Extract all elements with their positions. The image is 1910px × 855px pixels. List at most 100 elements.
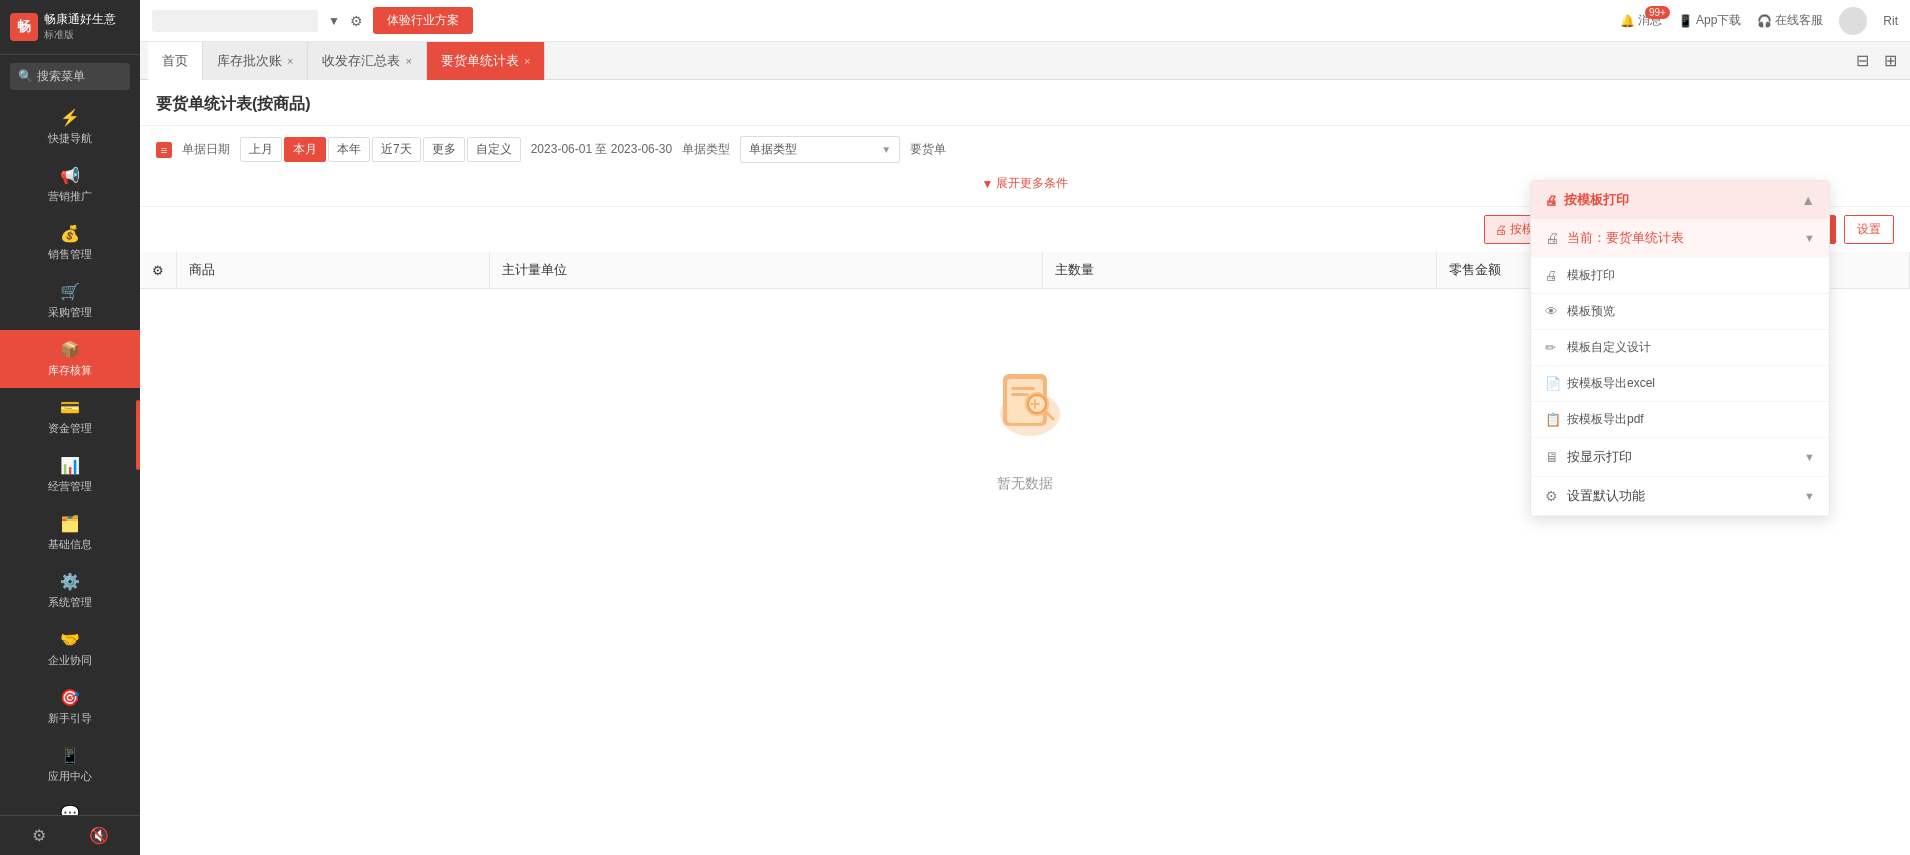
marketing-icon: 📢 bbox=[60, 166, 80, 185]
sidebar-item-finance[interactable]: 💳 资金管理 bbox=[0, 388, 140, 446]
notification-button[interactable]: 🔔 消息 99+ bbox=[1620, 12, 1662, 29]
sidebar-item-operation[interactable]: 📊 经营管理 bbox=[0, 446, 140, 504]
print-dropdown-current-item[interactable]: 🖨 当前：要货单统计表 ▼ bbox=[1531, 219, 1829, 258]
template-preview-icon: 👁 bbox=[1545, 304, 1558, 319]
tab-maximize-button[interactable]: ⊞ bbox=[1878, 49, 1902, 73]
date-btn-this-year[interactable]: 本年 bbox=[328, 137, 370, 162]
template-design-icon: ✏ bbox=[1545, 340, 1556, 355]
sidebar-item-apps[interactable]: 📱 应用中心 bbox=[0, 736, 140, 794]
col-quantity: 主数量 bbox=[1043, 252, 1436, 289]
date-btn-this-month[interactable]: 本月 bbox=[284, 137, 326, 162]
doc-type-select[interactable]: 单据类型 ▼ bbox=[740, 136, 900, 163]
logo-text: 畅康通好生意 标准版 bbox=[44, 12, 116, 42]
finance-icon: 💳 bbox=[60, 398, 80, 417]
topbar-right: 🔔 消息 99+ 📱 App下载 🎧 在线客服 Rit bbox=[1620, 7, 1898, 35]
tab-order-stats[interactable]: 要货单统计表 × bbox=[427, 42, 545, 80]
sidebar-item-purchase[interactable]: 🛒 采购管理 bbox=[0, 272, 140, 330]
logo-icon: 畅 bbox=[10, 13, 38, 41]
quick-nav-icon: ⚡ bbox=[60, 108, 80, 127]
sidebar-logo: 畅 畅康通好生意 标准版 bbox=[0, 0, 140, 55]
sidebar-item-system[interactable]: ⚙️ 系统管理 bbox=[0, 562, 140, 620]
tabbar: 首页 库存批次账 × 收发存汇总表 × 要货单统计表 × ⊟ ⊞ bbox=[140, 42, 1910, 80]
print-dropdown-menu: 🖨 按模板打印 ▲ 🖨 当前：要货单统计表 ▼ 🖨 模板打印 👁 模板预览 bbox=[1530, 180, 1830, 517]
tab-collection-close[interactable]: × bbox=[405, 55, 411, 67]
expand-chevron-icon: ▼ bbox=[982, 177, 994, 191]
print-dropdown-item-template-design[interactable]: ✏ 模板自定义设计 bbox=[1531, 330, 1829, 366]
date-btn-more[interactable]: 更多 bbox=[423, 137, 465, 162]
settings-button[interactable]: 设置 bbox=[1844, 215, 1894, 244]
gear-col-icon[interactable]: ⚙ bbox=[152, 263, 164, 278]
date-btn-7days[interactable]: 近7天 bbox=[372, 137, 421, 162]
sales-icon: 💰 bbox=[60, 224, 80, 243]
tab-minimize-button[interactable]: ⊟ bbox=[1850, 49, 1874, 73]
date-options-group: 上月 本月 本年 近7天 更多 自定义 bbox=[240, 137, 521, 162]
sidebar-item-inventory[interactable]: 📦 库存核算 bbox=[0, 330, 140, 388]
bell-icon: 🔔 bbox=[1620, 14, 1635, 28]
tab-collection[interactable]: 收发存汇总表 × bbox=[308, 42, 426, 80]
print-dropdown-item-template-print[interactable]: 🖨 模板打印 bbox=[1531, 258, 1829, 294]
date-btn-custom[interactable]: 自定义 bbox=[467, 137, 521, 162]
topbar-search-input[interactable] bbox=[152, 10, 318, 32]
notification-badge: 99+ bbox=[1645, 6, 1670, 19]
settings-bottom-icon[interactable]: ⚙ bbox=[32, 826, 46, 845]
online-service-button[interactable]: 🎧 在线客服 bbox=[1757, 12, 1823, 29]
col-gear: ⚙ bbox=[140, 252, 177, 289]
print-dropdown-item-template-preview[interactable]: 👁 模板预览 bbox=[1531, 294, 1829, 330]
sidebar-item-basic[interactable]: 🗂️ 基础信息 bbox=[0, 504, 140, 562]
operation-icon: 📊 bbox=[60, 456, 80, 475]
inventory-icon: 📦 bbox=[60, 340, 80, 359]
sidebar-item-marketing[interactable]: 📢 营销推广 bbox=[0, 156, 140, 214]
doc-type-arrow-icon: ▼ bbox=[881, 144, 891, 155]
tab-batch-close[interactable]: × bbox=[287, 55, 293, 67]
sidebar-item-wechat[interactable]: 💬 企业微信 bbox=[0, 794, 140, 815]
headset-icon: 🎧 bbox=[1757, 14, 1772, 28]
print-dropdown-item-display-print[interactable]: 🖥 按显示打印 ▼ bbox=[1531, 438, 1829, 477]
empty-text: 暂无数据 bbox=[997, 475, 1053, 493]
template-print-icon: 🖨 bbox=[1545, 268, 1558, 283]
sidebar-item-quick[interactable]: ⚡ 快捷导航 bbox=[0, 98, 140, 156]
page-title: 要货单统计表(按商品) bbox=[156, 94, 1894, 115]
default-func-icon: ⚙ bbox=[1545, 488, 1558, 504]
doc-type-label: 单据类型 bbox=[682, 141, 730, 158]
filter-row-1: ≡ 单据日期 上月 本月 本年 近7天 更多 自定义 2023-06-01 至 … bbox=[156, 136, 1894, 163]
page-header: 要货单统计表(按商品) bbox=[140, 80, 1910, 126]
current-item-arrow: ▼ bbox=[1804, 232, 1815, 244]
main-area: ▼ ⚙ 体验行业方案 🔔 消息 99+ 📱 App下载 🎧 在线客服 Rit 首… bbox=[140, 0, 1910, 855]
username-label[interactable]: Rit bbox=[1883, 14, 1898, 28]
page-content: 要货单统计表(按商品) ≡ 单据日期 上月 本月 本年 近7天 更多 自定义 2… bbox=[140, 80, 1910, 855]
col-unit: 主计量单位 bbox=[490, 252, 1043, 289]
print-dropdown-printer-icon: 🖨 bbox=[1545, 193, 1558, 208]
purchase-icon: 🛒 bbox=[60, 282, 80, 301]
display-print-arrow: ▼ bbox=[1804, 451, 1815, 463]
user-avatar[interactable] bbox=[1839, 7, 1867, 35]
apps-icon: 📱 bbox=[60, 746, 80, 765]
tab-home[interactable]: 首页 bbox=[148, 42, 203, 80]
trial-button[interactable]: 体验行业方案 bbox=[373, 7, 473, 34]
tab-order-stats-close[interactable]: × bbox=[524, 55, 530, 67]
sidebar-item-sales[interactable]: 💰 销售管理 bbox=[0, 214, 140, 272]
filter-expand-icon[interactable]: ≡ bbox=[156, 142, 172, 158]
app-download-button[interactable]: 📱 App下载 bbox=[1678, 12, 1741, 29]
print-dropdown-item-default-func[interactable]: ⚙ 设置默认功能 ▼ bbox=[1531, 477, 1829, 516]
app-icon: 📱 bbox=[1678, 14, 1693, 28]
date-btn-last-month[interactable]: 上月 bbox=[240, 137, 282, 162]
print-dropdown-item-export-excel[interactable]: 📄 按模板导出excel bbox=[1531, 366, 1829, 402]
print-dropdown-title: 🖨 按模板打印 bbox=[1545, 191, 1629, 209]
expand-more-btn[interactable]: ▼ 展开更多条件 bbox=[982, 175, 1069, 192]
print-dropdown-close-button[interactable]: ▲ bbox=[1801, 192, 1815, 208]
topbar-gear-icon[interactable]: ⚙ bbox=[350, 13, 363, 29]
sidebar-item-guide[interactable]: 🎯 新手引导 bbox=[0, 678, 140, 736]
tab-window-controls: ⊟ ⊞ bbox=[1850, 49, 1902, 73]
mute-bottom-icon[interactable]: 🔇 bbox=[89, 826, 109, 845]
sidebar-item-corp[interactable]: 🤝 企业协同 bbox=[0, 620, 140, 678]
sidebar-search-container: 🔍 搜索菜单 bbox=[0, 55, 140, 98]
empty-svg-icon bbox=[975, 349, 1075, 449]
topbar: ▼ ⚙ 体验行业方案 🔔 消息 99+ 📱 App下载 🎧 在线客服 Rit bbox=[140, 0, 1910, 42]
display-print-icon: 🖥 bbox=[1545, 449, 1559, 465]
print-dropdown-item-export-pdf[interactable]: 📋 按模板导出pdf bbox=[1531, 402, 1829, 438]
topbar-dropdown-arrow[interactable]: ▼ bbox=[328, 14, 340, 28]
system-icon: ⚙️ bbox=[60, 572, 80, 591]
current-item-icon: 🖨 bbox=[1545, 230, 1559, 246]
sidebar-search-button[interactable]: 🔍 搜索菜单 bbox=[10, 63, 130, 90]
tab-batch[interactable]: 库存批次账 × bbox=[203, 42, 308, 80]
